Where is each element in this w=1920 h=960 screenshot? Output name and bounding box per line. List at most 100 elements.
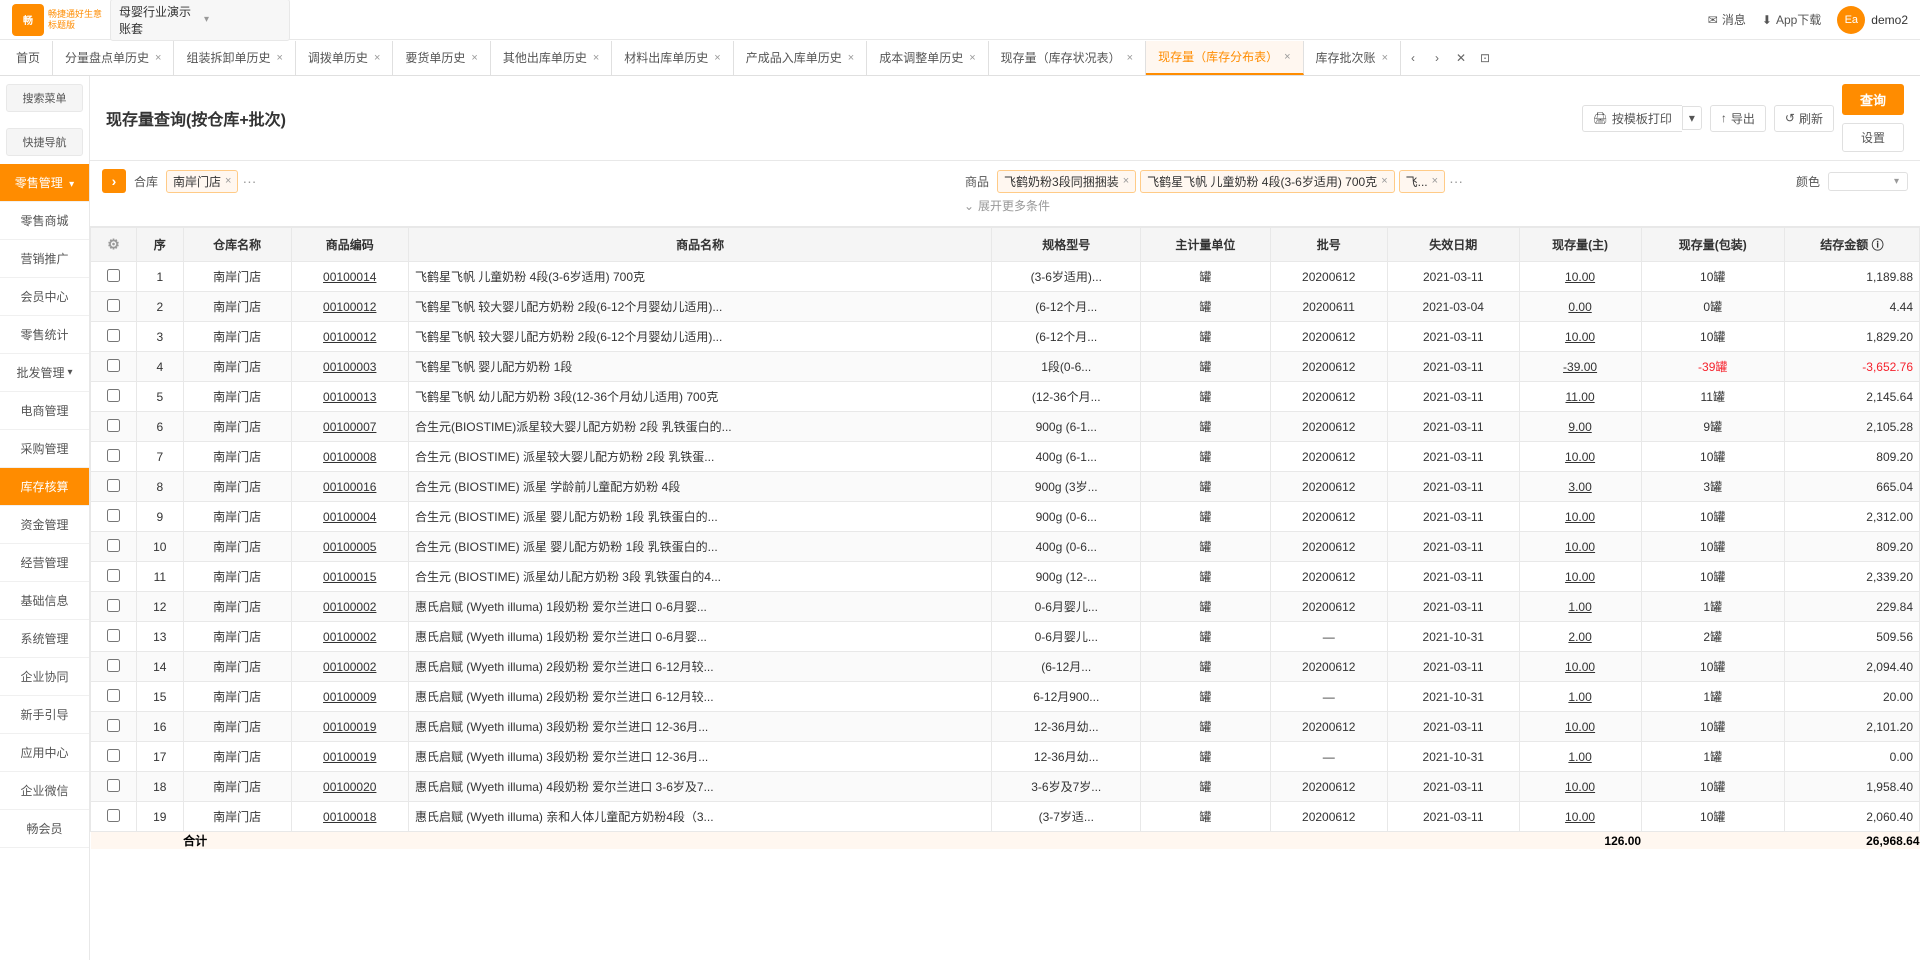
row-checkbox[interactable] [107,689,120,702]
sidebar-item-ecommerce[interactable]: 电商管理 [0,392,89,430]
export-button[interactable]: ↑ 导出 [1710,105,1766,132]
row-stock-main[interactable]: 10.00 [1519,712,1641,742]
col-settings-header[interactable]: ⚙ [91,228,137,262]
row-checkbox-cell[interactable] [91,292,137,322]
sidebar-item-enterprise[interactable]: 企业协同 [0,658,89,696]
tab-zu-chai[interactable]: 组装拆卸单历史 × [174,41,295,75]
row-code[interactable]: 00100009 [291,682,408,712]
print-template-button[interactable]: 🖨 按模板打印 [1582,105,1682,132]
row-stock-main[interactable]: 10.00 [1519,802,1641,832]
row-stock-main[interactable]: 10.00 [1519,562,1641,592]
product-tag-2-remove[interactable]: × [1432,175,1438,187]
row-stock-main[interactable]: 1.00 [1519,682,1641,712]
filter-more-btn[interactable]: ··· [242,173,256,189]
sidebar-item-finance[interactable]: 资金管理 [0,506,89,544]
print-dropdown-btn[interactable]: ▾ [1682,106,1702,130]
refresh-button[interactable]: ↺ 刷新 [1774,105,1834,132]
tab-batch-account-close[interactable]: × [1382,52,1388,64]
row-checkbox-cell[interactable] [91,322,137,352]
tab-material-out-close[interactable]: × [714,52,720,64]
sidebar-item-member[interactable]: 会员中心 [0,278,89,316]
tab-stock-status[interactable]: 现存量（库存状况表） × [989,41,1146,75]
row-code[interactable]: 00100015 [291,562,408,592]
row-checkbox[interactable] [107,539,120,552]
row-checkbox[interactable] [107,629,120,642]
search-menu-button[interactable]: 搜索菜单 [6,84,83,112]
row-stock-main[interactable]: 10.00 [1519,442,1641,472]
sidebar-item-purchase[interactable]: 采购管理 [0,430,89,468]
row-code[interactable]: 00100003 [291,352,408,382]
sidebar-item-operation[interactable]: 经营管理 [0,544,89,582]
row-checkbox[interactable] [107,749,120,762]
tab-stock-dist-close[interactable]: × [1284,51,1290,63]
tab-product-in-close[interactable]: × [848,52,854,64]
sidebar-item-enterprise-wechat[interactable]: 企业微信 [0,772,89,810]
row-code[interactable]: 00100019 [291,712,408,742]
tab-expand-btn[interactable]: ⊡ [1473,41,1497,75]
sidebar-item-marketing[interactable]: 营销推广 [0,240,89,278]
app-download-button[interactable]: ⬇ App下载 [1762,11,1821,28]
tab-material-out[interactable]: 材料出库单历史 × [612,41,733,75]
tab-prev-btn[interactable]: ‹ [1401,41,1425,75]
row-checkbox[interactable] [107,479,120,492]
row-checkbox[interactable] [107,719,120,732]
sidebar-item-retail-shop[interactable]: 零售商城 [0,202,89,240]
row-stock-main[interactable]: 1.00 [1519,742,1641,772]
tab-close-all-btn[interactable]: ✕ [1449,41,1473,75]
sidebar-item-member-card[interactable]: 畅会员 [0,810,89,848]
row-checkbox[interactable] [107,389,120,402]
row-stock-main[interactable]: 9.00 [1519,412,1641,442]
row-stock-main[interactable]: -39.00 [1519,352,1641,382]
quick-nav-button[interactable]: 快捷导航 [6,128,83,156]
row-code[interactable]: 00100012 [291,292,408,322]
row-stock-main[interactable]: 10.00 [1519,532,1641,562]
filter-expand-btn[interactable]: › [102,169,126,193]
row-checkbox[interactable] [107,599,120,612]
industry-selector[interactable]: 母婴行业演示账套 ▾ [110,0,290,41]
row-checkbox[interactable] [107,359,120,372]
row-stock-main[interactable]: 10.00 [1519,652,1641,682]
row-code[interactable]: 00100008 [291,442,408,472]
row-checkbox-cell[interactable] [91,772,137,802]
tab-cost-adjust-close[interactable]: × [969,52,975,64]
tab-zu-chai-close[interactable]: × [276,52,282,64]
row-checkbox[interactable] [107,449,120,462]
row-stock-main[interactable]: 2.00 [1519,622,1641,652]
row-code[interactable]: 00100013 [291,382,408,412]
warehouse-tag-remove[interactable]: × [225,175,231,187]
row-code[interactable]: 00100007 [291,412,408,442]
row-checkbox-cell[interactable] [91,532,137,562]
row-checkbox[interactable] [107,509,120,522]
row-checkbox-cell[interactable] [91,592,137,622]
tab-other-out-close[interactable]: × [593,52,599,64]
user-area[interactable]: Ea demo2 [1837,6,1908,34]
tab-yao-huo-close[interactable]: × [471,52,477,64]
row-checkbox-cell[interactable] [91,262,137,292]
row-checkbox[interactable] [107,779,120,792]
tab-stock-dist[interactable]: 现存量（库存分布表） × [1146,41,1303,75]
row-stock-main[interactable]: 11.00 [1519,382,1641,412]
row-code[interactable]: 00100002 [291,592,408,622]
tab-cost-adjust[interactable]: 成本调整单历史 × [867,41,988,75]
row-code[interactable]: 00100005 [291,532,408,562]
row-checkbox[interactable] [107,329,120,342]
row-code[interactable]: 00100002 [291,652,408,682]
row-code[interactable]: 00100020 [291,772,408,802]
row-code[interactable]: 00100004 [291,502,408,532]
row-checkbox-cell[interactable] [91,502,137,532]
sidebar-item-system[interactable]: 系统管理 [0,620,89,658]
row-checkbox-cell[interactable] [91,712,137,742]
expand-more-button[interactable]: ⌄ 展开更多条件 [102,193,1908,218]
product-tag-1-remove[interactable]: × [1381,175,1387,187]
sidebar-item-wholesale[interactable]: 批发管理 ▾ [0,354,89,392]
row-checkbox[interactable] [107,569,120,582]
row-checkbox-cell[interactable] [91,742,137,772]
row-checkbox[interactable] [107,659,120,672]
row-code[interactable]: 00100018 [291,802,408,832]
row-code[interactable]: 00100016 [291,472,408,502]
tab-fen-pan-close[interactable]: × [155,52,161,64]
column-settings-icon[interactable]: ⚙ [107,236,120,252]
sidebar-item-inventory[interactable]: 库存核算 [0,468,89,506]
row-checkbox[interactable] [107,809,120,822]
row-stock-main[interactable]: 10.00 [1519,262,1641,292]
